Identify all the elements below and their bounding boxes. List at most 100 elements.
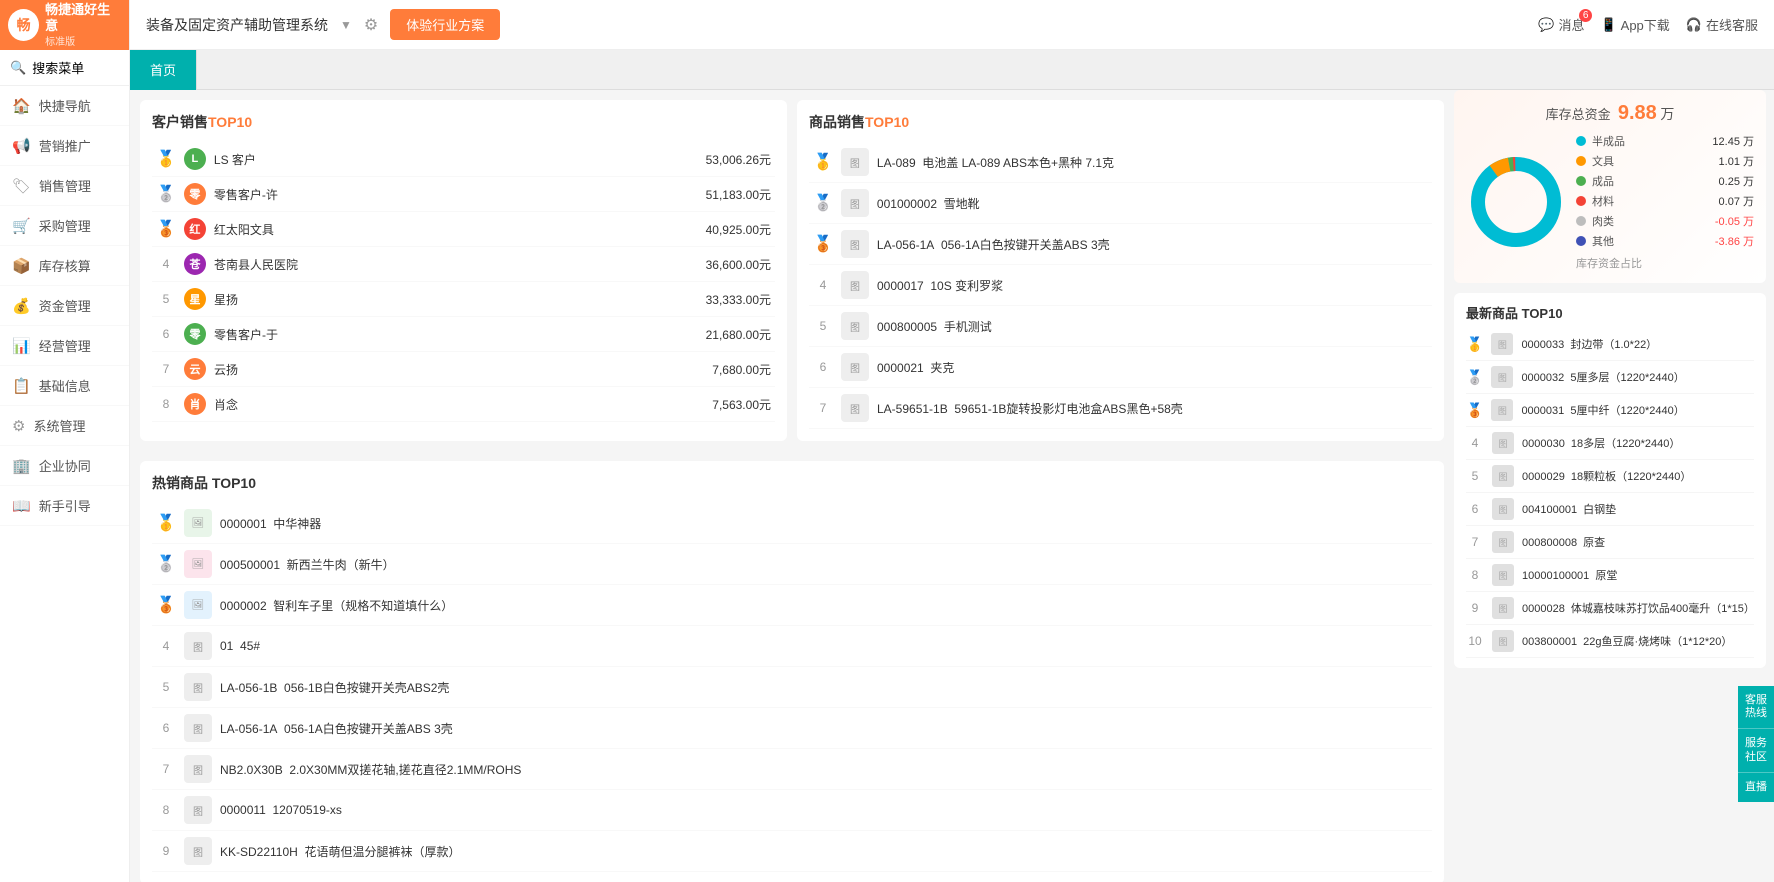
rank-number: 7 xyxy=(813,401,833,415)
search-icon: 🔍 xyxy=(10,60,26,76)
customer-amount: 21,680.00元 xyxy=(706,326,771,343)
nav-icon-guide: 📖 xyxy=(12,497,31,515)
product-name: LA-056-1A 056-1A白色按键开关盖ABS 3壳 xyxy=(877,236,1428,253)
customer-rank-row: 🥉 红 红太阳文具 40,925.00元 xyxy=(152,212,775,247)
medal-silver-icon: 🥈 xyxy=(156,554,176,574)
newest-product-row: 🥇 图 0000033 封边带（1.0*22） xyxy=(1466,328,1754,361)
legend-item: 其他 -3.86 万 xyxy=(1576,233,1754,249)
newest-product-img: 图 xyxy=(1492,498,1514,520)
newest-product-img: 图 xyxy=(1491,333,1513,355)
hot-product-img: 图 xyxy=(184,632,212,660)
nav-icon-inventory: 📦 xyxy=(12,257,31,275)
search-label: 搜索菜单 xyxy=(32,58,84,77)
hot-product-img: 图 xyxy=(184,673,212,701)
product-rank-row: 🥈 图 001000002 雪地靴 xyxy=(809,183,1432,224)
product-img: 图 xyxy=(841,271,869,299)
dropdown-arrow-icon[interactable]: ▼ xyxy=(340,18,352,32)
customer-amount: 40,925.00元 xyxy=(706,221,771,238)
legend-value: -0.05 万 xyxy=(1704,213,1754,229)
message-btn[interactable]: 💬 消息 6 xyxy=(1538,15,1584,34)
nav-icon-base: 📋 xyxy=(12,377,31,395)
sidebar-item-system[interactable]: ⚙系统管理 xyxy=(0,406,129,446)
product-rank-row: 🥉 图 LA-056-1A 056-1A白色按键开关盖ABS 3壳 xyxy=(809,224,1432,265)
customer-amount: 7,563.00元 xyxy=(712,396,771,413)
newest-product-name: 0000031 5厘中纤（1220*2440） xyxy=(1521,402,1754,418)
nav-icon-marketing: 📢 xyxy=(12,137,31,155)
product-name: 000800005 手机测试 xyxy=(877,318,1428,335)
hot-product-name: LA-056-1B 056-1B白色按键开关壳ABS2壳 xyxy=(220,679,1428,696)
sidebar-item-marketing[interactable]: 📢营销推广 xyxy=(0,126,129,166)
legend-dot xyxy=(1576,176,1586,186)
sidebar-item-purchase[interactable]: 🛒采购管理 xyxy=(0,206,129,246)
newest-product-img: 图 xyxy=(1492,432,1514,454)
product-name: 0000021 夹克 xyxy=(877,359,1428,376)
legend-label: 材料 xyxy=(1592,193,1698,209)
product-rank-row: 5 图 000800005 手机测试 xyxy=(809,306,1432,347)
customer-name: LS 客户 xyxy=(214,151,698,168)
rank-number: 8 xyxy=(156,397,176,411)
rank-number: 7 xyxy=(156,362,176,376)
product-name: 001000002 雪地靴 xyxy=(877,195,1428,212)
online-service-btn[interactable]: 🎧 在线客服 xyxy=(1686,15,1758,34)
hot-product-name: 0000001 中华神器 xyxy=(220,515,1428,532)
phone-icon: 📱 xyxy=(1600,17,1616,33)
sidebar-search[interactable]: 🔍 搜索菜单 xyxy=(0,50,129,86)
rank-badge: 苍 xyxy=(184,253,206,275)
hot-product-row: 6 图 LA-056-1A 056-1A白色按键开关盖ABS 3壳 xyxy=(152,708,1432,749)
medal-gold-icon: 🥇 xyxy=(813,152,833,172)
tab-home[interactable]: 首页 xyxy=(130,50,197,90)
rank-badge: L xyxy=(184,148,206,170)
inventory-total: 库存总资金 9.88 万 xyxy=(1466,102,1754,125)
experience-btn[interactable]: 体验行业方案 xyxy=(390,9,500,40)
top-rank-section: 客户销售TOP10 🥇 L LS 客户 53,006.26元 🥈 零 零售客户-… xyxy=(140,100,1444,451)
legend-dot xyxy=(1576,236,1586,246)
customer-service-btn[interactable]: 客服热线 xyxy=(1738,686,1774,729)
customer-rank-row: 🥈 零 零售客户-许 51,183.00元 xyxy=(152,177,775,212)
sidebar-item-guide[interactable]: 📖新手引导 xyxy=(0,486,129,526)
product-rank-row: 7 图 LA-59651-1B 59651-1B旋转投影灯电池盒ABS黑色+58… xyxy=(809,388,1432,429)
nav-icon-quick-nav: 🏠 xyxy=(12,97,31,115)
left-panel: 客户销售TOP10 🥇 L LS 客户 53,006.26元 🥈 零 零售客户-… xyxy=(130,90,1454,882)
sidebar-item-base[interactable]: 📋基础信息 xyxy=(0,366,129,406)
app-download-btn[interactable]: 📱 App下载 xyxy=(1600,15,1669,34)
sidebar-item-quick-nav[interactable]: 🏠快捷导航 xyxy=(0,86,129,126)
sidebar-item-enterprise[interactable]: 🏢企业协同 xyxy=(0,446,129,486)
legend-item: 成品 0.25 万 xyxy=(1576,173,1754,189)
customer-rank-row: 6 零 零售客户-于 21,680.00元 xyxy=(152,317,775,352)
product-rank-row: 🥇 图 LA-089 电池盖 LA-089 ABS本色+黑种 7.1克 xyxy=(809,142,1432,183)
service-community-btn[interactable]: 服务社区 xyxy=(1738,729,1774,772)
rank-number: 5 xyxy=(156,292,176,306)
customer-name: 零售客户-于 xyxy=(214,326,698,343)
legend-label: 成品 xyxy=(1592,173,1698,189)
newest-product-name: 10000100001 原堂 xyxy=(1522,567,1754,583)
sidebar: 畅 畅捷通好生意 标准版 🔍 搜索菜单 🏠快捷导航📢营销推广🏷销售管理🛒采购管理… xyxy=(0,0,130,882)
hot-product-img: 🖼 xyxy=(184,591,212,619)
live-broadcast-btn[interactable]: 直播 xyxy=(1738,773,1774,802)
main-area: 装备及固定资产辅助管理系统 ▼ ⚙ 体验行业方案 💬 消息 6 📱 App下载 … xyxy=(130,0,1774,882)
legend-label: 文具 xyxy=(1592,153,1698,169)
product-img: 图 xyxy=(841,394,869,422)
rank-number: 7 xyxy=(156,762,176,776)
legend-item: 肉类 -0.05 万 xyxy=(1576,213,1754,229)
rank-number: 5 xyxy=(813,319,833,333)
sidebar-item-sales[interactable]: 🏷销售管理 xyxy=(0,166,129,206)
product-img: 图 xyxy=(841,312,869,340)
customer-rank-row: 8 肖 肖念 7,563.00元 xyxy=(152,387,775,422)
medal-gold-icon: 🥇 xyxy=(1466,336,1483,353)
newest-product-img: 图 xyxy=(1492,564,1514,586)
customer-rank-row: 5 星 星扬 33,333.00元 xyxy=(152,282,775,317)
rank-badge: 肖 xyxy=(184,393,206,415)
customer-amount: 53,006.26元 xyxy=(706,151,771,168)
hot-product-name: KK-SD22110H 花语萌但温分腿裤袜（厚款） xyxy=(220,843,1428,860)
rank-number: 7 xyxy=(1466,535,1484,549)
donut-container: 半成品 12.45 万 文具 1.01 万 成品 0.25 万 材料 0.07 … xyxy=(1466,133,1754,271)
customer-name: 云扬 xyxy=(214,361,704,378)
logo-icon: 畅 xyxy=(8,9,39,41)
sidebar-item-finance[interactable]: 💰资金管理 xyxy=(0,286,129,326)
sidebar-item-inventory[interactable]: 📦库存核算 xyxy=(0,246,129,286)
settings-icon[interactable]: ⚙ xyxy=(364,15,378,35)
sidebar-item-operations[interactable]: 📊经营管理 xyxy=(0,326,129,366)
rank-number: 10 xyxy=(1466,634,1484,648)
hot-product-row: 4 图 01 45# xyxy=(152,626,1432,667)
product-rank-row: 6 图 0000021 夹克 xyxy=(809,347,1432,388)
